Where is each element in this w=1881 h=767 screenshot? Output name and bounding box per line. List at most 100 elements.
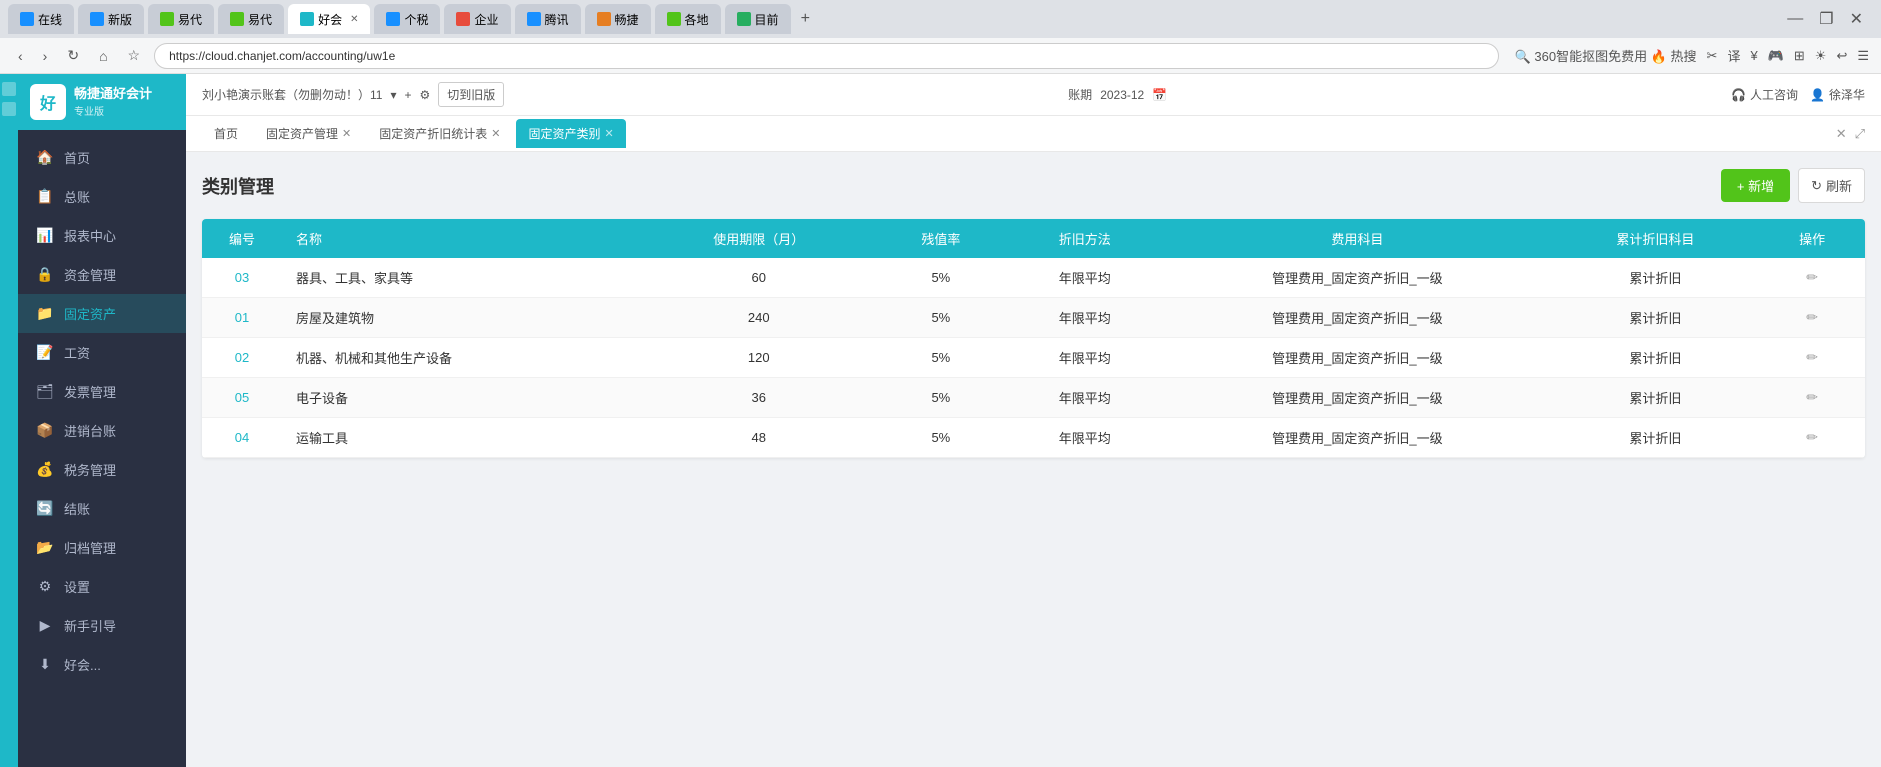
browser-tab-yidai1[interactable]: 易代 [148,4,214,34]
cell-residual-0: 5% [875,258,1006,298]
guide-icon: ▶ [36,617,54,635]
browser-tab-changjie[interactable]: 畅捷 [585,4,651,34]
tab-fixed-asset-mgmt-close[interactable]: ✕ [342,127,351,140]
service-button[interactable]: 🎧 人工咨询 [1731,86,1798,103]
cell-action-4[interactable]: ✏ [1759,418,1865,458]
tab-depreciation-stat-close[interactable]: ✕ [491,127,500,140]
sidebar-label-guide: 新手引导 [64,616,116,635]
tab-fixed-asset-category[interactable]: 固定资产类别 ✕ [516,119,625,148]
cell-name-2: 机器、机械和其他生产设备 [282,338,642,378]
table-row: 04 运输工具 48 5% 年限平均 管理费用_固定资产折旧_一级 累计折旧 ✏ [202,418,1865,458]
address-input[interactable] [154,43,1499,69]
add-button[interactable]: + 新增 [1721,169,1790,202]
sidebar-item-more[interactable]: ⬇ 好会... [18,645,186,684]
forward-button[interactable]: › [37,46,54,66]
browser-tab-muqian[interactable]: 目前 [725,4,791,34]
table-row: 02 机器、机械和其他生产设备 120 5% 年限平均 管理费用_固定资产折旧_… [202,338,1865,378]
cell-id-2: 02 [202,338,282,378]
sidebar-item-guide[interactable]: ▶ 新手引导 [18,606,186,645]
back-button[interactable]: ‹ [12,46,29,66]
tab-controls: ✕ ⤢ [1836,126,1865,142]
edit-icon-2[interactable]: ✏ [1806,349,1818,365]
sidebar-item-checkout[interactable]: 🔄 结账 [18,489,186,528]
period-value: 2023-12 [1100,88,1144,102]
sidebar-item-invoice[interactable]: 🗂 发票管理 [18,372,186,411]
calendar-icon[interactable]: 📅 [1152,88,1167,102]
col-header-method: 折旧方法 [1006,219,1163,258]
refresh-action-button[interactable]: ↻ 刷新 [1798,168,1865,203]
close-all-tabs[interactable]: ✕ [1836,126,1847,142]
edit-icon-1[interactable]: ✏ [1806,309,1818,325]
tab-fixed-asset-category-close[interactable]: ✕ [605,127,614,140]
window-minimize[interactable]: — [1781,10,1809,28]
window-restore[interactable]: ❐ [1813,9,1839,29]
cell-expense-4: 管理费用_固定资产折旧_一级 [1163,418,1552,458]
home-button[interactable]: ⌂ [93,46,113,66]
cut-icon[interactable]: ✂ [1707,48,1718,64]
cell-action-3[interactable]: ✏ [1759,378,1865,418]
browser-tab-haohui[interactable]: 好会 ✕ [288,4,370,34]
user-profile-button[interactable]: 👤 徐泽华 [1810,86,1865,103]
browser-tab-tengxun[interactable]: 腾讯 [515,4,581,34]
edit-icon-3[interactable]: ✏ [1806,389,1818,405]
edit-icon-0[interactable]: ✏ [1806,269,1818,285]
sidebar-item-tax[interactable]: 💰 税务管理 [18,450,186,489]
game-icon[interactable]: 🎮 [1768,48,1784,64]
browser-tab-close-haohui[interactable]: ✕ [350,14,358,25]
browser-tab-gedi[interactable]: 各地 [655,4,721,34]
browser-tab-qiye[interactable]: 企业 [444,4,510,34]
window-close[interactable]: ✕ [1844,9,1869,29]
cell-period-1: 240 [642,298,875,338]
grid-icon[interactable]: ⊞ [1794,48,1805,64]
sidebar-item-home[interactable]: 🏠 首页 [18,138,186,177]
cell-method-0: 年限平均 [1006,258,1163,298]
sidebar-label-fund: 资金管理 [64,265,116,284]
edit-icon-4[interactable]: ✏ [1806,429,1818,445]
cell-action-0[interactable]: ✏ [1759,258,1865,298]
settings-gear-icon[interactable]: ⚙ [420,88,431,102]
tab-depreciation-stat[interactable]: 固定资产折旧统计表 ✕ [367,119,512,148]
cell-name-0: 器具、工具、家具等 [282,258,642,298]
tab-home[interactable]: 首页 [202,119,250,148]
tab-home-label: 首页 [214,125,238,142]
bookmark-button[interactable]: ☆ [122,45,147,66]
refresh-button[interactable]: ↻ [61,45,85,66]
sidebar-item-payroll[interactable]: 📝 工资 [18,333,186,372]
tab-label-geshui: 个税 [404,11,428,28]
browser-tab-new[interactable]: 新版 [78,4,144,34]
browser-tab-geshui[interactable]: 个税 [374,4,440,34]
brightness-icon[interactable]: ☀ [1815,48,1827,64]
sidebar-item-fixed-asset[interactable]: 📁 固定资产 [18,294,186,333]
sidebar-label-tax: 税务管理 [64,460,116,479]
period-info: 账期 2023-12 📅 [1068,86,1167,103]
more-icon: ⬇ [36,656,54,674]
maximize-tabs[interactable]: ⤢ [1855,126,1865,142]
page-title: 类别管理 [202,173,274,199]
switch-version-button[interactable]: 切到旧版 [438,82,504,107]
sidebar-item-report[interactable]: 📊 报表中心 [18,216,186,255]
cell-accumulated-2: 累计折旧 [1552,338,1760,378]
col-header-action: 操作 [1759,219,1865,258]
sidebar-item-settings[interactable]: ⚙ 设置 [18,567,186,606]
dropdown-arrow[interactable]: ▾ [390,88,396,102]
sidebar-item-archive[interactable]: 📂 归档管理 [18,528,186,567]
tab-fixed-asset-mgmt[interactable]: 固定资产管理 ✕ [254,119,363,148]
menu-icon[interactable]: ☰ [1857,48,1869,64]
translate-icon[interactable]: 译 [1727,46,1740,65]
col-header-expense: 费用科目 [1163,219,1552,258]
browser-tab-yidai2[interactable]: 易代 [218,4,284,34]
sidebar-item-fund[interactable]: 🔒 资金管理 [18,255,186,294]
cell-method-2: 年限平均 [1006,338,1163,378]
service-label: 人工咨询 [1750,86,1798,103]
edge-icon-1[interactable] [2,82,16,96]
wallet-icon[interactable]: ¥ [1750,48,1757,63]
new-tab-button[interactable]: + [795,10,816,28]
browser-tab-online[interactable]: 在线 [8,4,74,34]
user-more-button[interactable]: + [405,88,412,102]
cell-action-1[interactable]: ✏ [1759,298,1865,338]
undo-icon[interactable]: ↩ [1836,48,1847,64]
edge-icon-2[interactable] [2,102,16,116]
sidebar-item-inventory[interactable]: 📦 进销台账 [18,411,186,450]
sidebar-item-ledger[interactable]: 📋 总账 [18,177,186,216]
cell-action-2[interactable]: ✏ [1759,338,1865,378]
